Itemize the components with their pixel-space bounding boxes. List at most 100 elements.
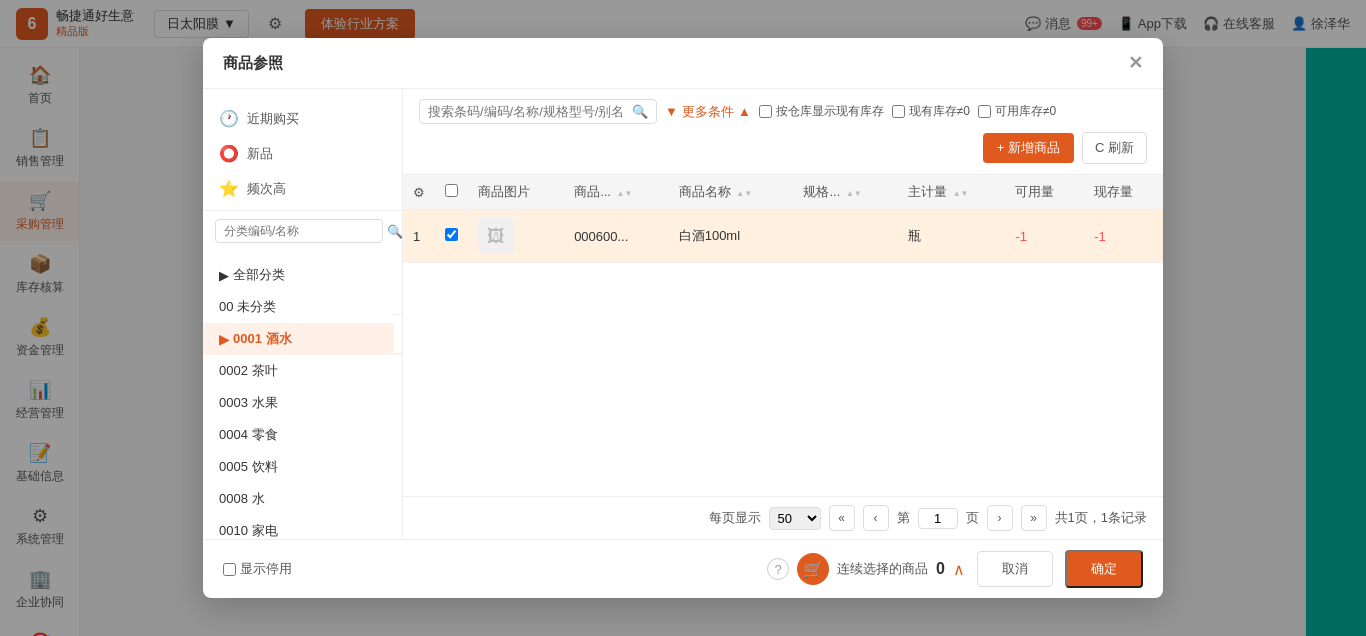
code-sort-icon[interactable]: ▲▼	[617, 189, 633, 198]
settings-col-header: ⚙	[403, 175, 435, 210]
prev-page-button[interactable]: ‹	[863, 505, 889, 531]
cart-label: 连续选择的商品	[837, 560, 928, 578]
page-size-select[interactable]: 50 10 20 100	[769, 507, 821, 530]
category-item-00[interactable]: 00 未分类	[203, 291, 402, 323]
overlay: 商品参照 ✕ 🕐 近期购买 ⭕ 新品 ⭐ 频次高	[0, 0, 1366, 636]
product-search-input[interactable]	[428, 104, 628, 119]
current-stock-checkbox[interactable]	[892, 105, 905, 118]
dialog-header: 商品参照 ✕	[203, 38, 1163, 89]
warehouse-filter: 按仓库显示现有库存	[759, 103, 884, 120]
name-col-header: 商品名称 ▲▼	[669, 175, 794, 210]
dialog-right-panel: 🔍 ▼ 更多条件 ▲ 按仓库显示现有库存 现有库存≠0	[403, 89, 1163, 539]
category-search-box: 🔍	[203, 210, 402, 251]
category-label-0010: 0010 家电	[219, 522, 278, 539]
category-item-0003[interactable]: 0003 水果	[203, 387, 402, 419]
filter-collapse-icon: ▲	[738, 104, 751, 119]
add-product-button[interactable]: + 新增商品	[983, 133, 1074, 163]
cart-icon: 🛒	[797, 553, 829, 585]
cancel-button[interactable]: 取消	[977, 551, 1053, 587]
first-page-button[interactable]: «	[829, 505, 855, 531]
show-disabled-label: 显示停用	[240, 560, 292, 578]
category-item-all[interactable]: ▶ 全部分类	[203, 259, 402, 291]
category-item-0005[interactable]: 0005 饮料	[203, 451, 402, 483]
help-icon[interactable]: ?	[767, 558, 789, 580]
category-item-0001[interactable]: ▶ 0001 酒水	[203, 323, 402, 355]
quick-label-recent: 近期购买	[247, 110, 299, 128]
category-search-input[interactable]	[215, 219, 383, 243]
show-disabled-area: 显示停用	[223, 560, 292, 578]
current-stock-filter: 现有库存≠0	[892, 103, 970, 120]
product-search-box: 🔍	[419, 99, 657, 124]
warehouse-checkbox[interactable]	[759, 105, 772, 118]
row-unit: 瓶	[898, 210, 1005, 263]
spec-col-header: 规格... ▲▼	[793, 175, 898, 210]
page-number-input[interactable]	[918, 508, 958, 529]
dialog-title: 商品参照	[223, 54, 283, 73]
arrow-0001-icon: ▶	[219, 332, 229, 347]
cart-collapse-icon[interactable]: ∧	[953, 560, 965, 579]
code-col-header: 商品... ▲▼	[564, 175, 669, 210]
dialog-close-button[interactable]: ✕	[1128, 52, 1143, 74]
category-item-0002[interactable]: 0002 茶叶	[203, 355, 402, 387]
total-label: 共1页，1条记录	[1055, 509, 1147, 527]
filter-label: 更多条件	[682, 103, 734, 121]
name-sort-icon[interactable]: ▲▼	[736, 189, 752, 198]
table-header-row: ⚙ 商品图片 商品... ▲▼	[403, 175, 1163, 210]
table-settings-icon[interactable]: ⚙	[413, 185, 425, 200]
frequent-icon: ⭐	[219, 179, 239, 198]
row-name: 白酒100ml	[669, 210, 794, 263]
available-stock-filter: 可用库存≠0	[978, 103, 1056, 120]
current-stock-label: 现有库存≠0	[909, 103, 970, 120]
last-page-button[interactable]: »	[1021, 505, 1047, 531]
cart-area: ? 🛒 连续选择的商品 0 ∧	[767, 553, 965, 585]
row-spec	[793, 210, 898, 263]
row-code: 000600...	[564, 210, 669, 263]
category-label-0005: 0005 饮料	[219, 458, 278, 476]
dialog-toolbar: 🔍 ▼ 更多条件 ▲ 按仓库显示现有库存 现有库存≠0	[403, 89, 1163, 175]
category-search-icon[interactable]: 🔍	[387, 224, 403, 239]
spec-sort-icon[interactable]: ▲▼	[846, 189, 862, 198]
quick-item-recent[interactable]: 🕐 近期购买	[203, 101, 402, 136]
warehouse-label: 按仓库显示现有库存	[776, 103, 884, 120]
category-label-0004: 0004 零食	[219, 426, 278, 444]
table-row[interactable]: 1 🖼 000600... 白酒100ml 瓶	[403, 210, 1163, 263]
checkbox-col-header	[435, 175, 468, 210]
category-label-0001: 0001 酒水	[233, 330, 292, 348]
available-stock-checkbox[interactable]	[978, 105, 991, 118]
new-icon: ⭕	[219, 144, 239, 163]
quick-item-new[interactable]: ⭕ 新品	[203, 136, 402, 171]
row-stock: -1	[1084, 210, 1163, 263]
collapse-left-panel-button[interactable]: 《	[394, 314, 403, 354]
next-page-button[interactable]: ›	[987, 505, 1013, 531]
quick-item-frequent[interactable]: ⭐ 频次高	[203, 171, 402, 206]
category-label-00: 00 未分类	[219, 298, 276, 316]
category-label-0002: 0002 茶叶	[219, 362, 278, 380]
arrow-icon: ▶	[219, 268, 229, 283]
category-item-0004[interactable]: 0004 零食	[203, 419, 402, 451]
img-col-header: 商品图片	[468, 175, 564, 210]
select-all-checkbox[interactable]	[445, 184, 458, 197]
stock-col-header: 现存量	[1084, 175, 1163, 210]
category-label-0003: 0003 水果	[219, 394, 278, 412]
refresh-button[interactable]: C 刷新	[1082, 132, 1147, 164]
quick-label-frequent: 频次高	[247, 180, 286, 198]
available-stock-label: 可用库存≠0	[995, 103, 1056, 120]
category-item-0010[interactable]: 0010 家电	[203, 515, 402, 539]
unit-sort-icon[interactable]: ▲▼	[953, 189, 969, 198]
quick-label-new: 新品	[247, 145, 273, 163]
row-num: 1	[403, 210, 435, 263]
row-select-checkbox[interactable]	[445, 228, 458, 241]
category-item-0008[interactable]: 0008 水	[203, 483, 402, 515]
row-img: 🖼	[468, 210, 564, 263]
confirm-button[interactable]: 确定	[1065, 550, 1143, 588]
product-table: ⚙ 商品图片 商品... ▲▼	[403, 175, 1163, 496]
product-search-icon[interactable]: 🔍	[632, 104, 648, 119]
page-label: 第	[897, 509, 910, 527]
row-checkbox	[435, 210, 468, 263]
cart-count: 0	[936, 560, 945, 578]
more-filters-button[interactable]: ▼ 更多条件 ▲	[665, 103, 751, 121]
pagination: 每页显示 50 10 20 100 « ‹ 第 页 › » 共1页，1条记录	[403, 496, 1163, 539]
dialog-body: 🕐 近期购买 ⭕ 新品 ⭐ 频次高 《 🔍	[203, 89, 1163, 539]
show-disabled-checkbox[interactable]	[223, 563, 236, 576]
dialog-footer: 显示停用 ? 🛒 连续选择的商品 0 ∧ 取消 确定	[203, 539, 1163, 598]
